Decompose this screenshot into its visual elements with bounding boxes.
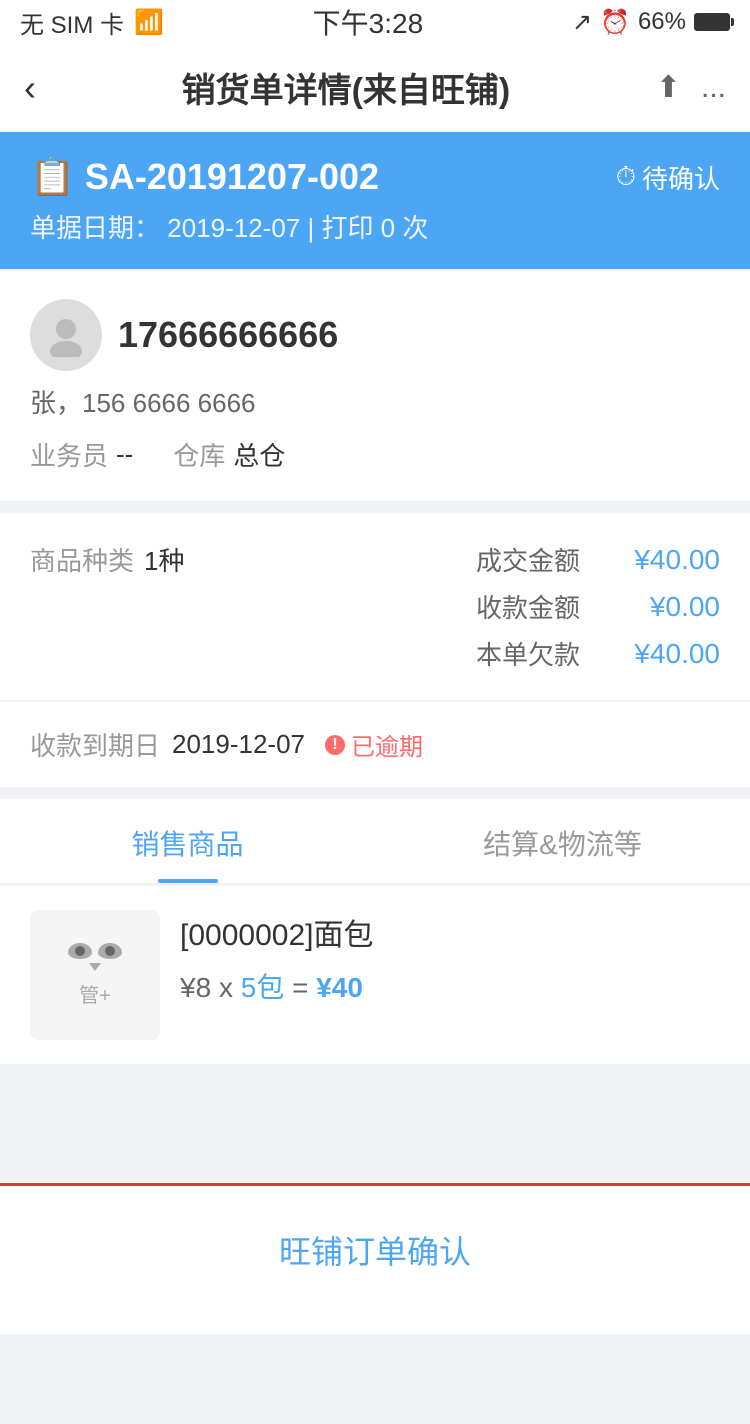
confirm-button-label: 旺铺订单确认 (279, 1227, 471, 1273)
alarm-icon: ⏰ (600, 8, 630, 37)
nav-actions: ⬆ ... (656, 70, 726, 105)
print-info: | 打印 0 次 (307, 213, 428, 243)
product-type-label: 商品种类 (30, 541, 134, 578)
order-date-line: 单据日期： 2019-12-07 | 打印 0 次 (30, 208, 720, 245)
amount-row: 成交金额 ¥40.00 (476, 541, 720, 578)
product-type-value: 1种 (144, 541, 184, 578)
time-label: 下午3:28 (313, 2, 424, 42)
order-header-card: 📋 SA-20191207-002 ⏱ 待确认 单据日期： 2019-12-07… (0, 132, 750, 269)
battery-label: 66% (638, 8, 686, 36)
page-title: 销货单详情(来自旺铺) (182, 63, 511, 112)
staff-info: 业务员 -- (30, 436, 133, 473)
product-type-info: 商品种类 1种 (30, 541, 184, 578)
owl-pupil-right (105, 946, 115, 956)
date-label: 单据日期： (30, 213, 160, 243)
overdue-badge: ! 已逾期 (325, 727, 423, 762)
equals-sign: = (292, 972, 316, 1003)
customer-card: 17666666666 张，156 6666 6666 业务员 -- 仓库 总仓 (0, 271, 750, 501)
due-value: 2019-12-07 (172, 729, 305, 760)
header-top: 📋 SA-20191207-002 ⏱ 待确认 (30, 156, 720, 198)
status-right: ↗ ⏰ 66% (572, 8, 730, 37)
customer-meta: 业务员 -- 仓库 总仓 (30, 436, 720, 473)
owl-eye-right (98, 943, 122, 959)
unit-price: ¥8 (180, 972, 211, 1003)
status-left: 无 SIM 卡 📶 (20, 5, 164, 40)
overdue-text: 已逾期 (351, 727, 423, 762)
customer-top: 17666666666 (30, 299, 720, 371)
received-row: 收款金额 ¥0.00 (476, 588, 720, 625)
location-icon: ↗ (572, 8, 592, 37)
summary-card: 商品种类 1种 成交金额 ¥40.00 收款金额 ¥0.00 本单欠款 ¥40.… (0, 513, 750, 700)
share-icon[interactable]: ⬆ (656, 70, 681, 105)
thumb-brand: 管+ (79, 979, 111, 1008)
product-name: [0000002]面包 (180, 910, 720, 954)
staff-label: 业务员 (30, 436, 108, 473)
back-button[interactable]: ‹ (24, 67, 36, 109)
battery-icon (694, 13, 730, 31)
product-thumbnail: 管+ (30, 910, 160, 1040)
tab-products[interactable]: 销售商品 (0, 799, 375, 883)
multiply-sign: x (219, 972, 241, 1003)
staff-value: -- (116, 439, 133, 470)
customer-name: 张，156 6666 6666 (30, 383, 720, 420)
due-label: 收款到期日 (30, 726, 160, 763)
debt-row: 本单欠款 ¥40.00 (476, 635, 720, 672)
avatar (30, 299, 102, 371)
status-text: 待确认 (642, 159, 720, 196)
owl-beak (89, 963, 101, 971)
status-bar: 无 SIM 卡 📶 下午3:28 ↗ ⏰ 66% (0, 0, 750, 44)
warehouse-label: 仓库 (173, 436, 225, 473)
product-item: 管+ [0000002]面包 ¥8 x 5包 = ¥40 (30, 910, 720, 1040)
confirm-button[interactable]: 旺铺订单确认 (30, 1206, 720, 1294)
overdue-icon: ! (325, 735, 345, 755)
amount-summary: 成交金额 ¥40.00 收款金额 ¥0.00 本单欠款 ¥40.00 (476, 541, 720, 672)
debt-label: 本单欠款 (476, 635, 580, 672)
more-icon[interactable]: ... (701, 71, 726, 105)
customer-phone: 17666666666 (118, 314, 338, 356)
tab-settlement[interactable]: 结算&物流等 (375, 799, 750, 883)
owl-eyes (68, 943, 122, 959)
order-id-value: SA-20191207-002 (85, 156, 379, 198)
received-label: 收款金额 (476, 588, 580, 625)
carrier-label: 无 SIM 卡 (20, 5, 124, 40)
order-status: ⏱ 待确认 (616, 159, 720, 196)
due-date-card: 收款到期日 2019-12-07 ! 已逾期 (0, 702, 750, 787)
received-value: ¥0.00 (600, 591, 720, 623)
total-price: ¥40 (316, 972, 363, 1003)
amount-label: 成交金额 (476, 541, 580, 578)
date-value: 2019-12-07 (167, 213, 300, 243)
wifi-icon: 📶 (134, 8, 164, 37)
amount-value: ¥40.00 (600, 544, 720, 576)
product-price: ¥8 x 5包 = ¥40 (180, 966, 720, 1006)
clock-icon: ⏱ (616, 161, 636, 193)
warehouse-info: 仓库 总仓 (173, 436, 285, 473)
debt-value: ¥40.00 (600, 638, 720, 670)
bottom-bar: 旺铺订单确认 (0, 1183, 750, 1334)
owl-pupil-left (75, 946, 85, 956)
product-logo: 管+ (68, 943, 122, 1008)
order-box-icon: 📋 (30, 156, 75, 198)
warehouse-value: 总仓 (233, 436, 285, 473)
tabs-bar: 销售商品 结算&物流等 (0, 799, 750, 884)
product-details: [0000002]面包 ¥8 x 5包 = ¥40 (180, 910, 720, 1006)
quantity: 5包 (241, 972, 285, 1003)
order-id: 📋 SA-20191207-002 (30, 156, 379, 198)
nav-bar: ‹ 销货单详情(来自旺铺) ⬆ ... (0, 44, 750, 132)
owl-eye-left (68, 943, 92, 959)
product-list: 管+ [0000002]面包 ¥8 x 5包 = ¥40 (0, 886, 750, 1064)
